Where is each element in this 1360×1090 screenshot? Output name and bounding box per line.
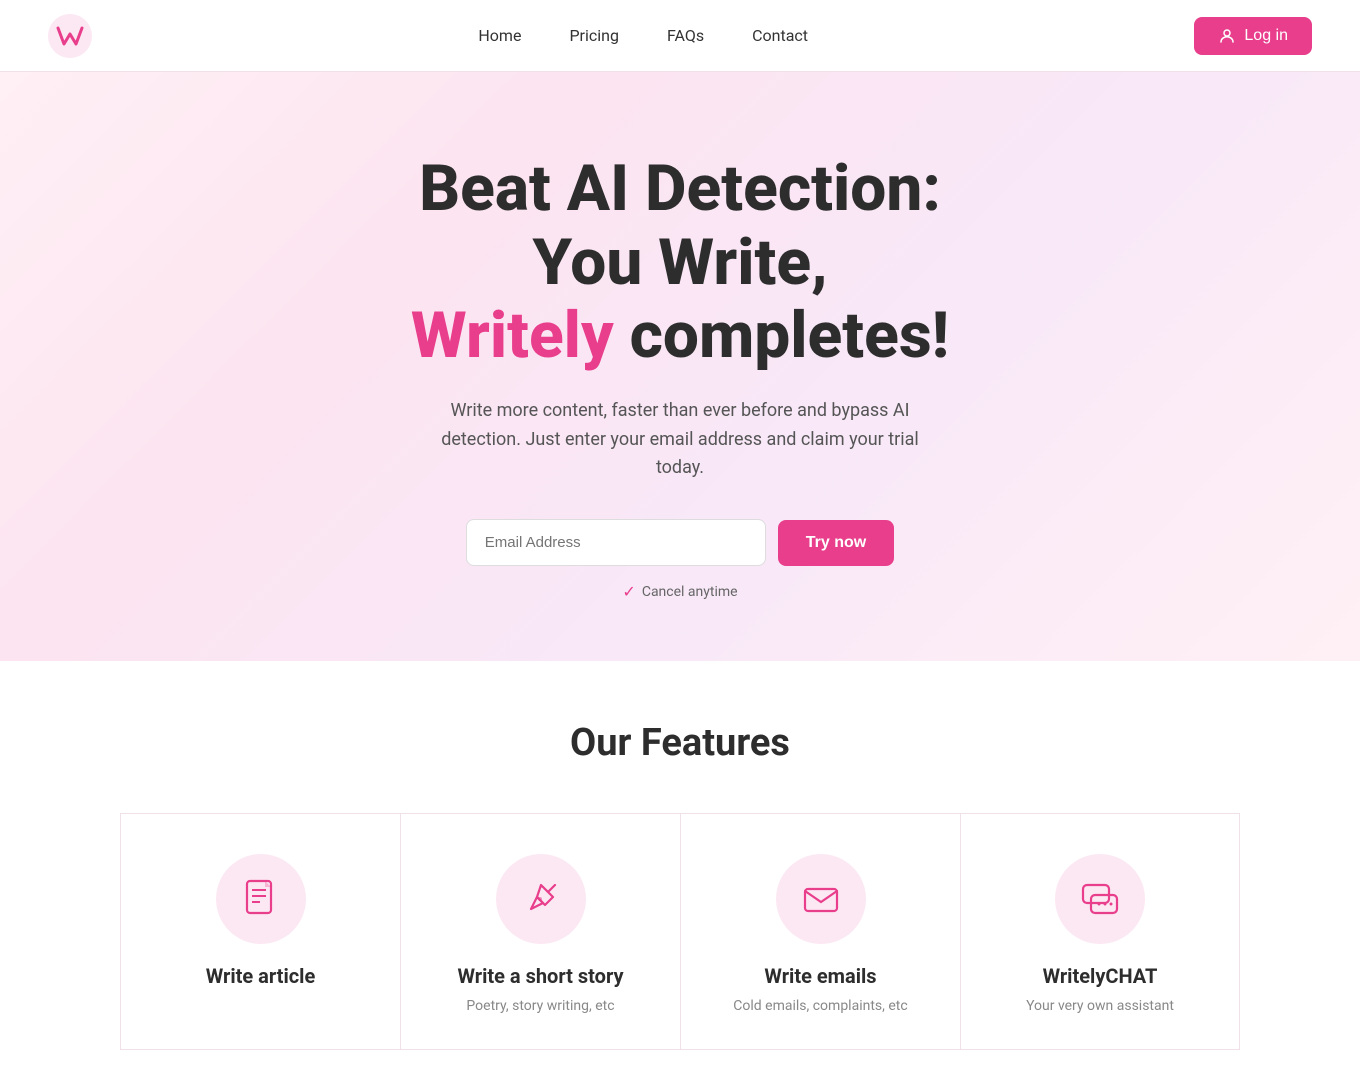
chat-icon: [1078, 877, 1122, 921]
feature-name-write-short-story: Write a short story: [457, 964, 623, 988]
check-icon: ✓: [622, 582, 635, 601]
nav-links: Home Pricing FAQs Contact: [478, 26, 808, 45]
feature-card-write-emails: Write emails Cold emails, complaints, et…: [680, 813, 960, 1050]
pen-nib-icon: [519, 877, 563, 921]
nav-item-faqs[interactable]: FAQs: [667, 26, 704, 45]
email-input[interactable]: [466, 519, 766, 566]
try-now-button[interactable]: Try now: [778, 520, 894, 566]
feature-desc-write-emails: Cold emails, complaints, etc: [733, 996, 907, 1017]
feature-name-write-article: Write article: [206, 964, 316, 988]
feature-card-writely-chat: WritelyCHAT Your very own assistant: [960, 813, 1240, 1050]
envelope-icon-wrap: [776, 854, 866, 944]
cancel-anytime: ✓ Cancel anytime: [20, 582, 1340, 601]
hero-heading: Beat AI Detection: You Write, Writely co…: [20, 152, 1340, 373]
document-icon-wrap: [216, 854, 306, 944]
feature-card-write-short-story: Write a short story Poetry, story writin…: [400, 813, 680, 1050]
pen-nib-icon-wrap: [496, 854, 586, 944]
envelope-icon: [799, 877, 843, 921]
feature-desc-writely-chat: Your very own assistant: [1026, 996, 1174, 1017]
feature-desc-write-short-story: Poetry, story writing, etc: [466, 996, 614, 1017]
nav-item-home[interactable]: Home: [478, 26, 521, 45]
feature-card-write-article: Write article: [120, 813, 400, 1050]
features-title: Our Features: [20, 721, 1340, 765]
navbar: Home Pricing FAQs Contact Log in: [0, 0, 1360, 72]
document-icon: [239, 877, 283, 921]
hero-section: Beat AI Detection: You Write, Writely co…: [0, 72, 1360, 661]
user-icon: [1218, 27, 1236, 45]
nav-item-pricing[interactable]: Pricing: [569, 26, 619, 45]
nav-item-contact[interactable]: Contact: [752, 26, 808, 45]
feature-name-writely-chat: WritelyCHAT: [1043, 964, 1158, 988]
feature-name-write-emails: Write emails: [764, 964, 876, 988]
logo[interactable]: [48, 14, 92, 58]
hero-subtitle: Write more content, faster than ever bef…: [440, 397, 920, 483]
chat-icon-wrap: [1055, 854, 1145, 944]
login-button[interactable]: Log in: [1194, 17, 1312, 55]
features-grid: Write article Write a short story Poetry…: [80, 813, 1280, 1050]
features-section: Our Features Write article: [0, 661, 1360, 1090]
hero-form: Try now: [20, 519, 1340, 566]
